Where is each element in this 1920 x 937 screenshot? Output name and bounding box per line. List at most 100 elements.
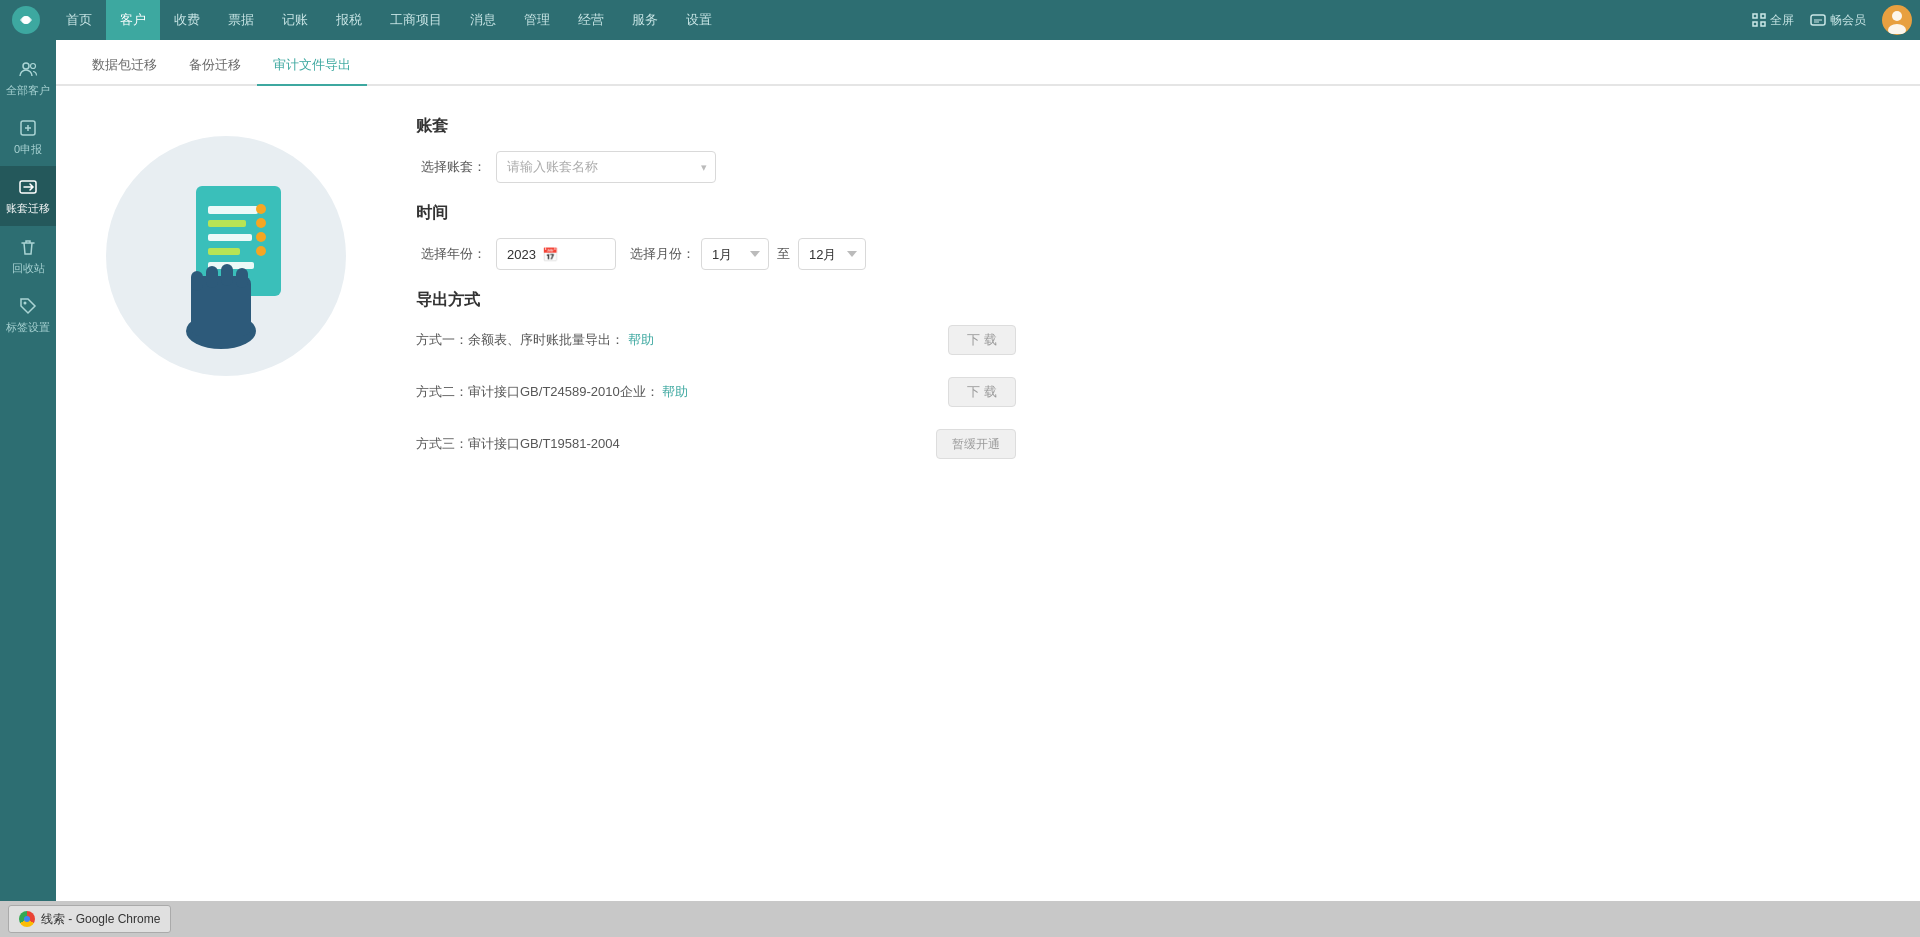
trash-icon [17,236,39,258]
main-layout: 全部客户 0申报 账套迁移 [0,40,1920,901]
form-container: 账套 选择账套： 请输入账套名称 ▾ 时间 选择年份： 2 [96,116,1880,481]
account-select-input[interactable]: 请输入账套名称 ▾ [496,151,716,183]
tab-backup-migrate[interactable]: 备份迁移 [173,46,257,86]
svg-point-21 [256,204,266,214]
account-select-label: 选择账套： [416,158,486,176]
page-content: 账套 选择账套： 请输入账套名称 ▾ 时间 选择年份： 2 [56,86,1920,901]
export-method-1: 方式一：余额表、序时账批量导出： 帮助 下 载 [416,325,1016,355]
svg-rect-2 [1753,14,1757,18]
start-month-select[interactable]: 1月2月3月 4月5月6月 7月8月9月 10月11月12月 [701,238,769,270]
method3-text: 方式三：审计接口GB/T19581-2004 [416,435,936,453]
svg-point-10 [23,63,29,69]
tabs-bar: 数据包迁移 备份迁移 审计文件导出 [56,40,1920,86]
member-button[interactable]: 畅会员 [1810,12,1866,29]
fullscreen-button[interactable]: 全屏 [1752,12,1794,29]
svg-point-1 [22,16,30,24]
method1-download-button[interactable]: 下 载 [948,325,1016,355]
svg-point-23 [256,232,266,242]
users-icon [17,58,39,80]
month-label: 选择月份： [630,245,695,263]
illustration-wrap [96,116,356,396]
svg-rect-29 [221,264,233,286]
year-value: 2023 [507,247,536,262]
export-section-title: 导出方式 [416,290,1016,311]
method1-help-link[interactable]: 帮助 [628,332,654,347]
illustration-circle [106,136,346,376]
svg-rect-5 [1761,22,1765,26]
svg-point-11 [31,64,36,69]
sidebar-label-migrate: 账套迁移 [6,202,50,215]
sidebar-label-tag: 标签设置 [6,321,50,334]
year-input[interactable]: 2023 📅 [496,238,616,270]
nav-operation[interactable]: 经营 [564,0,618,40]
account-section-title: 账套 [416,116,1016,137]
taskbar: 线索 - Google Chrome [0,901,1920,937]
taskbar-chrome-item[interactable]: 线索 - Google Chrome [8,905,171,933]
svg-rect-19 [208,248,240,255]
account-select-placeholder: 请输入账套名称 [507,158,598,176]
svg-rect-3 [1761,14,1765,18]
content-area: 数据包迁移 备份迁移 审计文件导出 [56,40,1920,901]
nav-right: 全屏 畅会员 [1752,5,1912,35]
top-nav: 首页 客户 收费 票据 记账 报税 工商项目 消息 管理 经营 服务 设置 全屏 [0,0,1920,40]
sidebar-label-trash: 回收站 [12,262,45,275]
nav-bookkeeping[interactable]: 记账 [268,0,322,40]
member-label: 畅会员 [1830,12,1866,29]
svg-point-22 [256,218,266,228]
svg-rect-17 [208,220,246,227]
svg-rect-4 [1753,22,1757,26]
nav-settings[interactable]: 设置 [672,0,726,40]
form-side: 账套 选择账套： 请输入账套名称 ▾ 时间 选择年份： 2 [416,116,1016,481]
export-method-3: 方式三：审计接口GB/T19581-2004 暂缓开通 [416,429,1016,459]
sidebar-label-all-customers: 全部客户 [6,84,50,97]
nav-message[interactable]: 消息 [456,0,510,40]
svg-rect-30 [236,268,248,288]
sidebar-item-all-customers[interactable]: 全部客户 [0,48,56,107]
method2-download-button[interactable]: 下 载 [948,377,1016,407]
nav-customer[interactable]: 客户 [106,0,160,40]
taskbar-chrome-label: 线索 - Google Chrome [41,911,160,928]
year-label: 选择年份： [416,245,486,263]
svg-rect-27 [191,271,203,291]
svg-point-8 [1892,11,1902,21]
nav-home[interactable]: 首页 [52,0,106,40]
calendar-icon: 📅 [542,247,558,262]
method2-help-link[interactable]: 帮助 [662,384,688,399]
sidebar-item-trash[interactable]: 回收站 [0,226,56,285]
fullscreen-label: 全屏 [1770,12,1794,29]
sidebar-item-zero-report[interactable]: 0申报 [0,107,56,166]
nav-fee[interactable]: 收费 [160,0,214,40]
nav-invoice[interactable]: 票据 [214,0,268,40]
time-section-title: 时间 [416,203,1016,224]
nav-business[interactable]: 工商项目 [376,0,456,40]
method2-text: 方式二：审计接口GB/T24589-2010企业： 帮助 [416,383,948,401]
tab-data-migrate[interactable]: 数据包迁移 [76,46,173,86]
nav-service[interactable]: 服务 [618,0,672,40]
svg-point-14 [24,301,27,304]
sidebar-item-tag[interactable]: 标签设置 [0,285,56,344]
svg-rect-18 [208,234,252,241]
nav-tax[interactable]: 报税 [322,0,376,40]
user-avatar[interactable] [1882,5,1912,35]
sidebar-label-zero-report: 0申报 [14,143,42,156]
sidebar: 全部客户 0申报 账套迁移 [0,40,56,901]
account-dropdown-arrow: ▾ [701,161,707,174]
svg-rect-16 [208,206,258,214]
end-month-select[interactable]: 1月2月3月 4月5月6月 7月8月9月 10月11月12月 [798,238,866,270]
method1-text: 方式一：余额表、序时账批量导出： 帮助 [416,331,948,349]
tab-audit-export[interactable]: 审计文件导出 [257,46,367,86]
tag-icon [17,295,39,317]
svg-rect-28 [206,266,218,288]
nav-items: 首页 客户 收费 票据 记账 报税 工商项目 消息 管理 经营 服务 设置 [52,0,1752,40]
nav-manage[interactable]: 管理 [510,0,564,40]
chrome-icon [19,911,35,927]
to-text: 至 [777,245,790,263]
svg-point-24 [256,246,266,256]
app-logo [8,2,44,38]
sidebar-item-migrate[interactable]: 账套迁移 [0,166,56,225]
export-method-2: 方式二：审计接口GB/T24589-2010企业： 帮助 下 载 [416,377,1016,407]
migrate-icon [17,176,39,198]
method3-coming-soon-button: 暂缓开通 [936,429,1016,459]
zero-report-icon [17,117,39,139]
account-select-row: 选择账套： 请输入账套名称 ▾ [416,151,1016,183]
